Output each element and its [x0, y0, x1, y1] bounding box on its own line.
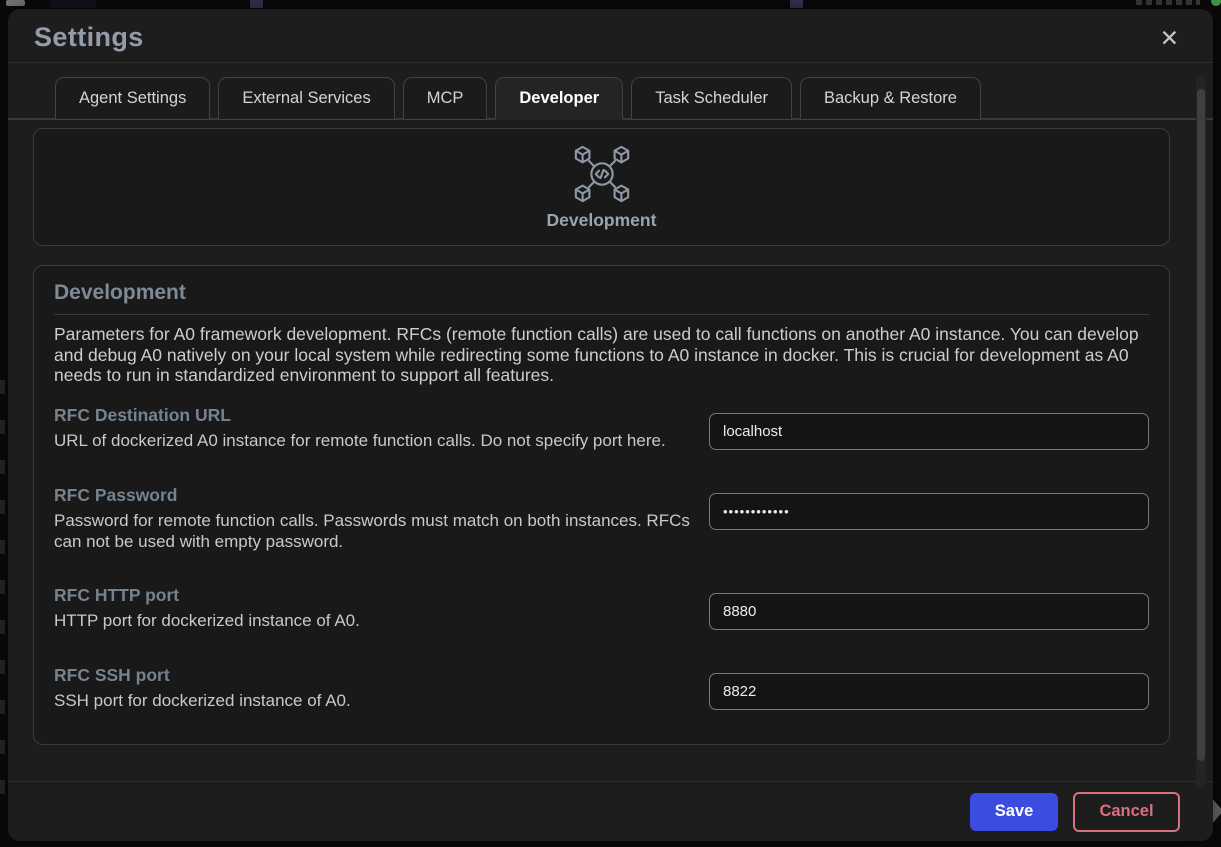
- modal-footer: Save Cancel: [8, 781, 1213, 841]
- field-control: [709, 585, 1149, 632]
- field-description: HTTP port for dockerized instance of A0.: [54, 611, 360, 631]
- field-control: [709, 405, 1149, 452]
- field-description: SSH port for dockerized instance of A0.: [54, 691, 351, 711]
- section-heading: Development: [54, 281, 186, 304]
- field-row-rfc-http-port: RFC HTTP port HTTP port for dockerized i…: [54, 585, 1149, 632]
- background-logo-fragment: [50, 0, 96, 8]
- background-accent-square: [790, 0, 803, 8]
- field-label: RFC Password: [54, 484, 178, 505]
- field-text: RFC SSH port SSH port for dockerized ins…: [54, 665, 706, 712]
- field-row-rfc-ssh-port: RFC SSH port SSH port for dockerized ins…: [54, 665, 1149, 712]
- modal-body: Development Development Parameters for A…: [8, 120, 1213, 781]
- field-control: [709, 665, 1149, 712]
- background-sidebar-edge: [0, 380, 5, 800]
- development-overview-card: Development: [33, 128, 1170, 246]
- network-code-icon: [571, 143, 633, 205]
- rfc-ssh-port-input[interactable]: [709, 673, 1149, 711]
- tab-task-scheduler[interactable]: Task Scheduler: [631, 77, 792, 120]
- save-button[interactable]: Save: [970, 792, 1058, 831]
- rfc-password-input[interactable]: [709, 492, 1149, 530]
- page-title: Settings: [34, 22, 144, 52]
- close-icon[interactable]: ✕: [1160, 27, 1179, 50]
- tab-external-services[interactable]: External Services: [218, 77, 395, 120]
- rfc-http-port-input[interactable]: [709, 593, 1149, 631]
- status-dot-green: [1211, 0, 1221, 6]
- field-row-rfc-password: RFC Password Password for remote functio…: [54, 485, 1149, 552]
- tab-agent-settings[interactable]: Agent Settings: [55, 77, 211, 120]
- modal-header: Settings ✕: [8, 9, 1213, 63]
- field-description: URL of dockerized A0 instance for remote…: [54, 431, 666, 451]
- tab-backup-restore[interactable]: Backup & Restore: [800, 77, 981, 120]
- field-description: Password for remote function calls. Pass…: [54, 510, 690, 551]
- background-accent-square: [250, 0, 263, 8]
- background-toolbar-chip: [6, 0, 25, 6]
- field-row-rfc-destination-url: RFC Destination URL URL of dockerized A0…: [54, 405, 1149, 452]
- settings-tabbar: Agent Settings External Services MCP Dev…: [8, 63, 1213, 120]
- rfc-destination-url-input[interactable]: [709, 413, 1149, 451]
- field-text: RFC HTTP port HTTP port for dockerized i…: [54, 585, 706, 632]
- field-label: RFC Destination URL: [54, 405, 231, 426]
- overview-card-label: Development: [546, 210, 657, 230]
- field-text: RFC Destination URL URL of dockerized A0…: [54, 405, 706, 452]
- section-divider: [54, 314, 1149, 315]
- development-section-card: Development Parameters for A0 framework …: [33, 265, 1170, 745]
- field-label: RFC HTTP port: [54, 585, 180, 606]
- screen: Settings ✕ Agent Settings External Servi…: [0, 0, 1221, 847]
- tab-mcp[interactable]: MCP: [402, 77, 488, 120]
- background-status-text: [1136, 0, 1200, 5]
- field-control: [709, 485, 1149, 552]
- tab-developer[interactable]: Developer: [495, 77, 624, 120]
- modal-scrollbar-thumb[interactable]: [1197, 89, 1205, 761]
- field-label: RFC SSH port: [54, 665, 170, 686]
- cancel-button[interactable]: Cancel: [1073, 791, 1180, 832]
- section-description: Parameters for A0 framework development.…: [54, 324, 1139, 386]
- settings-modal: Settings ✕ Agent Settings External Servi…: [8, 9, 1213, 841]
- modal-scrollbar-track[interactable]: [1196, 75, 1206, 788]
- field-text: RFC Password Password for remote functio…: [54, 485, 706, 552]
